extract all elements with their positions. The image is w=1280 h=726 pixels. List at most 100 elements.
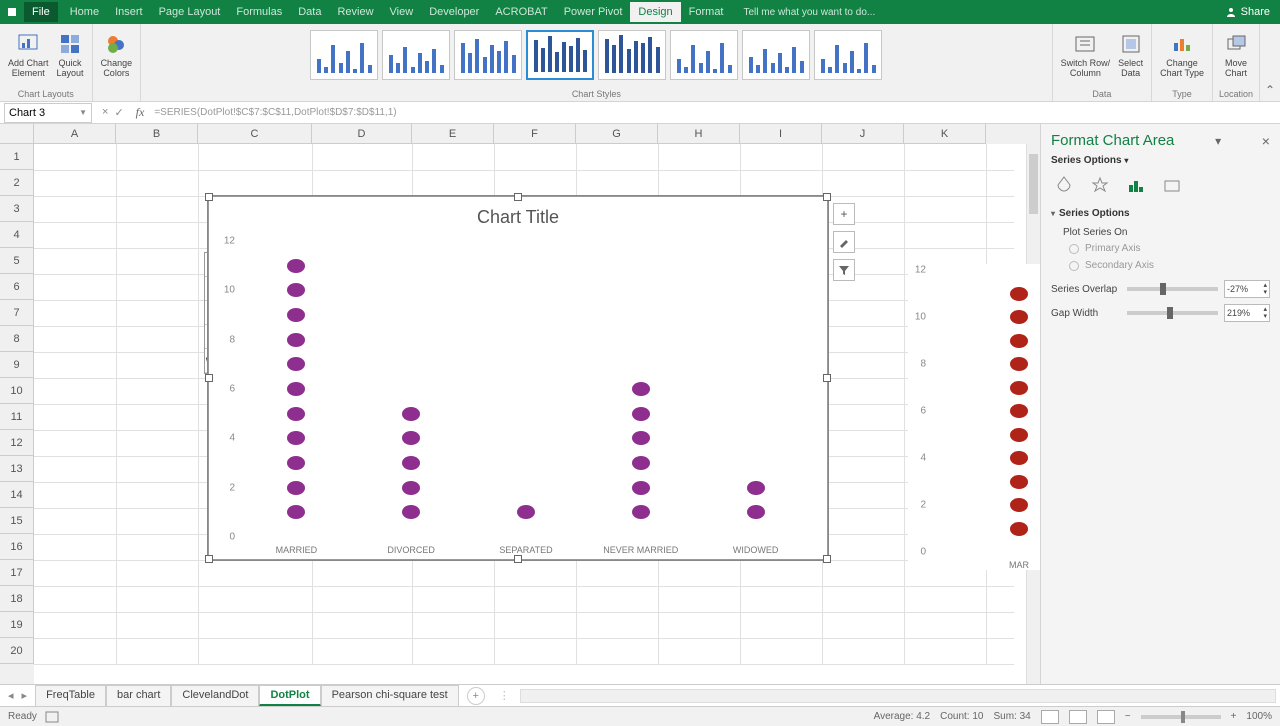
ribbon-tab-view[interactable]: View xyxy=(382,2,422,22)
ribbon-tab-acrobat[interactable]: ACROBAT xyxy=(487,2,555,22)
data-point[interactable] xyxy=(747,481,765,495)
row-header[interactable]: 10 xyxy=(0,378,34,404)
column-header[interactable]: I xyxy=(740,124,822,144)
sheet-tab-freqtable[interactable]: FreqTable xyxy=(35,685,106,706)
column-header[interactable]: F xyxy=(494,124,576,144)
data-point[interactable] xyxy=(287,259,305,273)
data-point[interactable] xyxy=(402,431,420,445)
chart-elements-button[interactable]: + xyxy=(833,203,855,225)
column-header[interactable]: H xyxy=(658,124,740,144)
horizontal-scrollbar[interactable] xyxy=(520,689,1276,703)
data-point[interactable] xyxy=(287,456,305,470)
data-point[interactable] xyxy=(1010,357,1028,371)
share-button[interactable]: Share xyxy=(1225,6,1270,18)
tab-scroll-right[interactable]: ▸ xyxy=(22,689,28,702)
change-chart-type-button[interactable]: Change Chart Type xyxy=(1158,30,1206,80)
series-overlap-value[interactable]: -27%▴▾ xyxy=(1224,280,1270,298)
zoom-out-button[interactable]: − xyxy=(1125,711,1131,722)
plot-area[interactable]: MARRIEDDIVORCEDSEPARATEDNEVER MARRIEDWID… xyxy=(239,241,813,537)
change-colors-button[interactable]: Change Colors xyxy=(99,30,135,80)
move-chart-button[interactable]: Move Chart xyxy=(1222,30,1250,80)
data-point[interactable] xyxy=(287,333,305,347)
add-chart-element-button[interactable]: Add Chart Element xyxy=(6,30,51,80)
chart-style-1[interactable] xyxy=(310,30,378,80)
select-data-button[interactable]: Select Data xyxy=(1116,30,1145,80)
chart-filters-button[interactable] xyxy=(833,259,855,281)
chart-styles-button[interactable] xyxy=(833,231,855,253)
page-layout-view-button[interactable] xyxy=(1069,710,1087,724)
column-header[interactable]: J xyxy=(822,124,904,144)
data-point[interactable] xyxy=(632,407,650,421)
select-all-corner[interactable] xyxy=(0,124,34,144)
name-box[interactable]: Chart 3 ▼ xyxy=(4,103,92,123)
resize-handle[interactable] xyxy=(205,555,213,563)
row-header[interactable]: 4 xyxy=(0,222,34,248)
quick-layout-button[interactable]: Quick Layout xyxy=(55,30,86,80)
tell-me-search[interactable]: Tell me what you want to do... xyxy=(744,7,876,18)
chart-title[interactable]: Chart Title xyxy=(209,197,827,232)
worksheet-grid[interactable]: ABCDEFGHIJK 1234567891011121314151617181… xyxy=(0,124,1040,684)
fill-tab-icon[interactable] xyxy=(1051,172,1077,198)
data-point[interactable] xyxy=(287,481,305,495)
data-point[interactable] xyxy=(1010,404,1028,418)
ribbon-tab-file[interactable]: File xyxy=(24,2,58,22)
accept-formula-icon[interactable]: ✓ xyxy=(114,106,123,119)
chart-style-5[interactable] xyxy=(598,30,666,80)
size-tab-icon[interactable] xyxy=(1159,172,1185,198)
page-break-view-button[interactable] xyxy=(1097,710,1115,724)
data-point[interactable] xyxy=(1010,451,1028,465)
row-header[interactable]: 18 xyxy=(0,586,34,612)
data-point[interactable] xyxy=(287,505,305,519)
series-options-section[interactable]: Series Options xyxy=(1051,208,1270,219)
new-sheet-button[interactable]: + xyxy=(467,687,485,705)
chevron-down-icon[interactable]: ▼ xyxy=(79,108,87,117)
data-point[interactable] xyxy=(287,283,305,297)
plot-area[interactable]: MAR xyxy=(930,270,1040,552)
quick-access-save-icon[interactable] xyxy=(8,8,16,16)
row-header[interactable]: 3 xyxy=(0,196,34,222)
resize-handle[interactable] xyxy=(823,193,831,201)
data-point[interactable] xyxy=(632,505,650,519)
row-header[interactable]: 17 xyxy=(0,560,34,586)
data-point[interactable] xyxy=(287,407,305,421)
gap-width-slider[interactable] xyxy=(1127,311,1218,315)
row-header[interactable]: 19 xyxy=(0,612,34,638)
chart-style-6[interactable] xyxy=(670,30,738,80)
fx-icon[interactable]: fx xyxy=(130,105,151,120)
data-point[interactable] xyxy=(632,456,650,470)
tab-scroll-left[interactable]: ◂ xyxy=(8,689,14,702)
gap-width-value[interactable]: 219%▴▾ xyxy=(1224,304,1270,322)
chart-object-1[interactable]: + Chart Title 024681012 MARRIEDDIVORCEDS… xyxy=(208,196,828,560)
ribbon-tab-formulas[interactable]: Formulas xyxy=(228,2,290,22)
sheet-tab-dotplot[interactable]: DotPlot xyxy=(259,685,320,706)
row-header[interactable]: 20 xyxy=(0,638,34,664)
row-header[interactable]: 14 xyxy=(0,482,34,508)
chart-style-2[interactable] xyxy=(382,30,450,80)
data-point[interactable] xyxy=(517,505,535,519)
data-point[interactable] xyxy=(287,308,305,322)
sheet-tab-bar-chart[interactable]: bar chart xyxy=(106,685,171,706)
data-point[interactable] xyxy=(402,456,420,470)
row-header[interactable]: 15 xyxy=(0,508,34,534)
row-header[interactable]: 11 xyxy=(0,404,34,430)
column-header[interactable]: D xyxy=(312,124,412,144)
pane-subtitle[interactable]: Series Options xyxy=(1051,155,1122,166)
resize-handle[interactable] xyxy=(514,193,522,201)
ribbon-tab-developer[interactable]: Developer xyxy=(421,2,487,22)
row-header[interactable]: 5 xyxy=(0,248,34,274)
ribbon-tab-format[interactable]: Format xyxy=(681,2,732,22)
resize-handle[interactable] xyxy=(823,374,831,382)
data-point[interactable] xyxy=(1010,287,1028,301)
chart-style-7[interactable] xyxy=(742,30,810,80)
data-point[interactable] xyxy=(1010,428,1028,442)
resize-handle[interactable] xyxy=(205,193,213,201)
series-tab-icon[interactable] xyxy=(1123,172,1149,198)
row-header[interactable]: 12 xyxy=(0,430,34,456)
data-point[interactable] xyxy=(287,357,305,371)
data-point[interactable] xyxy=(747,505,765,519)
row-header[interactable]: 13 xyxy=(0,456,34,482)
column-header[interactable]: G xyxy=(576,124,658,144)
row-header[interactable]: 1 xyxy=(0,144,34,170)
ribbon-tab-insert[interactable]: Insert xyxy=(107,2,151,22)
column-header[interactable]: C xyxy=(198,124,312,144)
